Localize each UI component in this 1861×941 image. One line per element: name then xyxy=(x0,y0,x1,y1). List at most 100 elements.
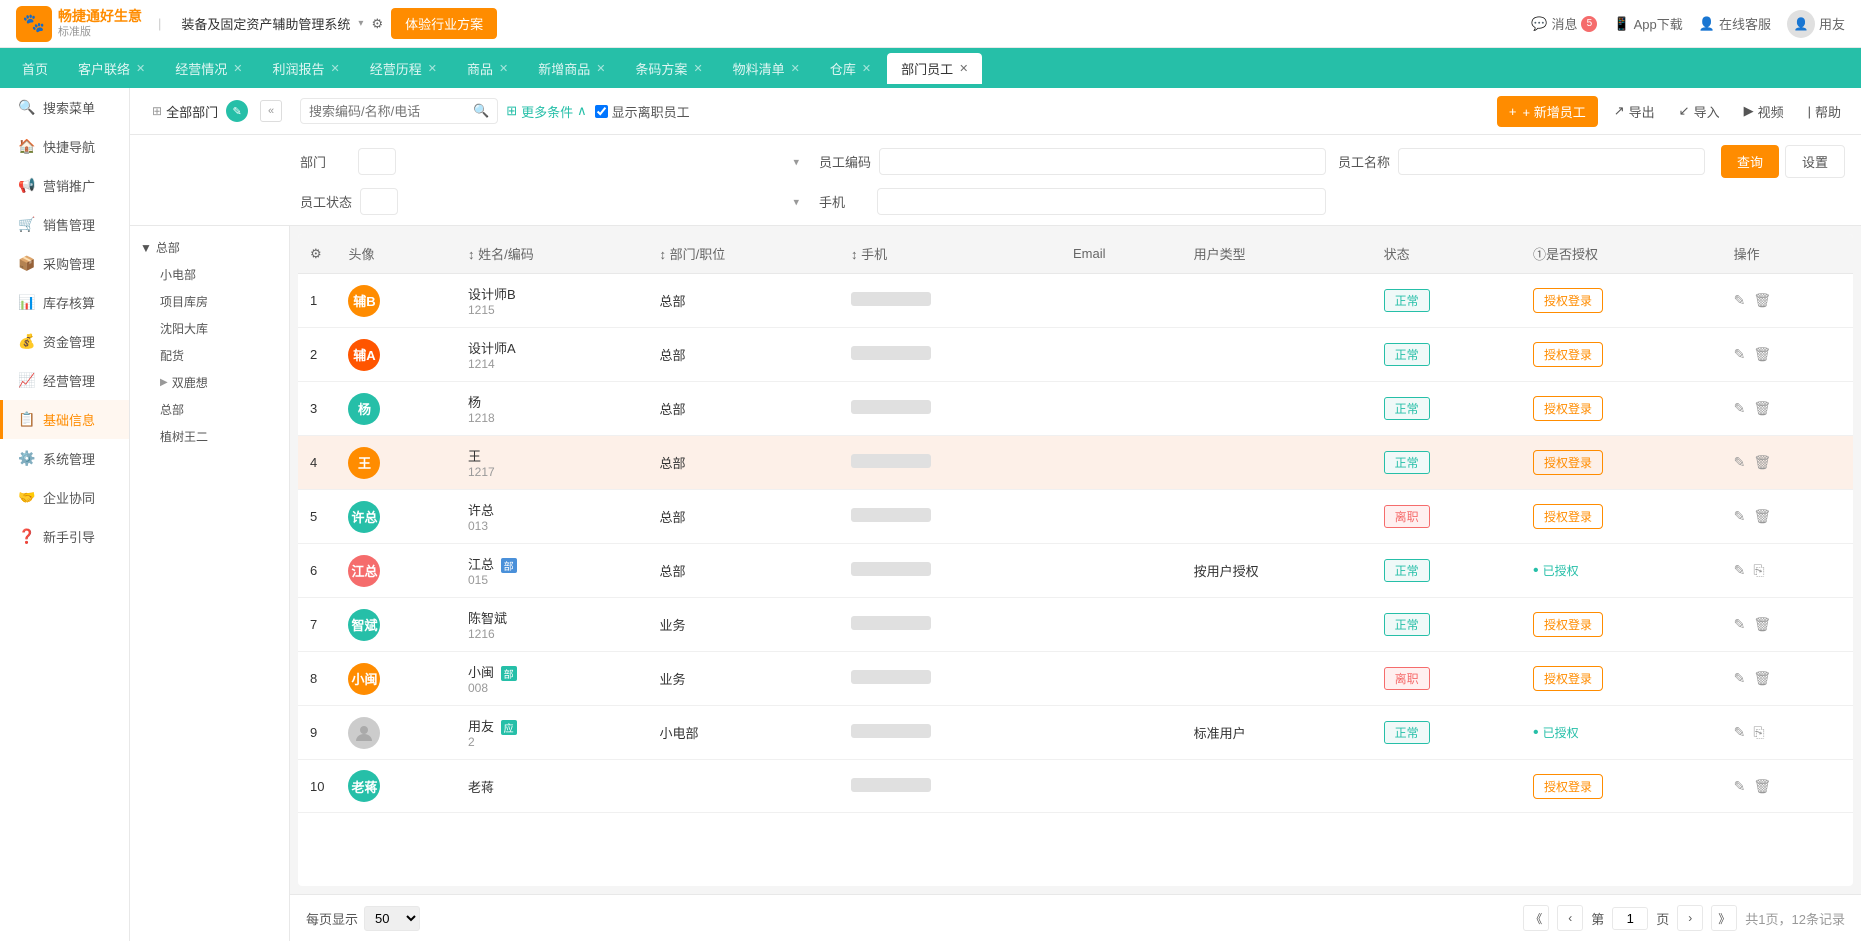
emp-name-input[interactable] xyxy=(1398,148,1705,175)
dept-node-root[interactable]: ▼ 总部 xyxy=(130,234,289,261)
first-page-button[interactable]: 《 xyxy=(1523,905,1549,931)
tab-home[interactable]: 首页 xyxy=(8,53,62,84)
col-phone[interactable]: ↕ 手机 xyxy=(839,234,1061,274)
edit-icon[interactable]: ✎ xyxy=(1734,454,1746,471)
col-settings[interactable]: ⚙ xyxy=(298,234,336,274)
delete-icon[interactable]: 🗑 xyxy=(1753,454,1771,471)
tab-profit[interactable]: 利润报告 ✕ xyxy=(258,53,353,84)
emp-status-select[interactable] xyxy=(360,188,398,215)
tab-history[interactable]: 经营历程 ✕ xyxy=(356,53,451,84)
tab-operations[interactable]: 经营情况 ✕ xyxy=(161,53,256,84)
col-name[interactable]: ↕ 姓名/编码 xyxy=(456,234,648,274)
video-button[interactable]: ▶ 视频 xyxy=(1736,98,1792,125)
sidebar-item-inventory[interactable]: 📊 库存核算 xyxy=(0,283,129,322)
reset-button[interactable]: 设置 xyxy=(1785,145,1845,178)
last-page-button[interactable]: 》 xyxy=(1711,905,1737,931)
auth-button[interactable]: 授权登录 xyxy=(1533,342,1603,367)
edit-icon[interactable]: ✎ xyxy=(1734,346,1746,363)
auth-button[interactable]: 授权登录 xyxy=(1533,612,1603,637)
edit-icon[interactable]: ✎ xyxy=(1734,670,1746,687)
gear-icon[interactable]: ⚙ xyxy=(371,16,383,32)
show-resign-checkbox[interactable] xyxy=(595,105,608,118)
delete-icon[interactable]: 🗑 xyxy=(1753,292,1771,309)
sidebar-item-basic[interactable]: 📋 基础信息 xyxy=(0,400,129,439)
sidebar-item-operations[interactable]: 📈 经营管理 xyxy=(0,361,129,400)
tab-goods-close[interactable]: ✕ xyxy=(499,62,508,75)
delete-icon[interactable]: 🗑 xyxy=(1753,346,1771,363)
auth-button[interactable]: 授权登录 xyxy=(1533,288,1603,313)
search-input[interactable] xyxy=(309,104,469,119)
tab-dept-staff[interactable]: 部门员工 ✕ xyxy=(887,53,982,84)
phone-input[interactable] xyxy=(877,188,1326,215)
sidebar-item-marketing[interactable]: 📢 营销推广 xyxy=(0,166,129,205)
tab-warehouse[interactable]: 仓库 ✕ xyxy=(816,53,885,84)
page-input[interactable] xyxy=(1612,907,1648,930)
sidebar-item-collab[interactable]: 🤝 企业协同 xyxy=(0,478,129,517)
delete-icon[interactable]: 🗑 xyxy=(1753,400,1771,417)
tab-customer[interactable]: 客户联络 ✕ xyxy=(64,53,159,84)
query-button[interactable]: 查询 xyxy=(1721,145,1779,178)
copy-icon[interactable]: ⎘ xyxy=(1753,562,1764,579)
app-download-button[interactable]: 📱 App下载 xyxy=(1613,14,1682,33)
auth-button[interactable]: 授权登录 xyxy=(1533,450,1603,475)
emp-code-input[interactable] xyxy=(879,148,1326,175)
more-filter-button[interactable]: ⊞ 更多条件 ∧ xyxy=(506,102,586,121)
sys-dropdown-arrow[interactable]: ▾ xyxy=(358,18,363,29)
edit-icon[interactable]: ✎ xyxy=(1734,400,1746,417)
auth-button[interactable]: 授权登录 xyxy=(1533,396,1603,421)
page-size-select[interactable]: 50 100 200 xyxy=(364,906,420,931)
tab-history-close[interactable]: ✕ xyxy=(428,62,437,75)
tab-customer-close[interactable]: ✕ xyxy=(136,62,145,75)
prev-page-button[interactable]: ‹ xyxy=(1557,905,1583,931)
dept-node-peihuo[interactable]: 配货 xyxy=(130,342,289,369)
dept-edit-icon[interactable]: ✎ xyxy=(226,100,248,122)
tab-barcode[interactable]: 条码方案 ✕ xyxy=(621,53,716,84)
message-button[interactable]: 💬 消息 5 xyxy=(1531,14,1597,33)
edit-icon[interactable]: ✎ xyxy=(1734,562,1746,579)
tab-barcode-close[interactable]: ✕ xyxy=(693,62,702,75)
dept-node-xiaodibu[interactable]: 小电部 xyxy=(130,261,289,288)
export-button[interactable]: ↗ 导出 xyxy=(1606,98,1663,125)
dept-select[interactable] xyxy=(358,148,396,175)
tab-warehouse-close[interactable]: ✕ xyxy=(862,62,871,75)
copy-icon[interactable]: ⎘ xyxy=(1753,724,1764,741)
edit-icon[interactable]: ✎ xyxy=(1734,616,1746,633)
delete-icon[interactable]: 🗑 xyxy=(1753,616,1771,633)
sidebar-item-sales[interactable]: 🛒 销售管理 xyxy=(0,205,129,244)
add-employee-button[interactable]: + + 新增员工 xyxy=(1497,96,1598,127)
dept-node-shuanglu[interactable]: ▶ 双鹿想 xyxy=(130,369,289,396)
edit-icon[interactable]: ✎ xyxy=(1734,778,1746,795)
trial-button[interactable]: 体验行业方案 xyxy=(391,8,497,39)
tab-profit-close[interactable]: ✕ xyxy=(331,62,340,75)
dept-node-zhishu[interactable]: 植树王二 xyxy=(130,423,289,450)
help-button[interactable]: | 帮助 xyxy=(1800,98,1849,125)
delete-icon[interactable]: 🗑 xyxy=(1753,778,1771,795)
tab-add-goods[interactable]: 新增商品 ✕ xyxy=(524,53,619,84)
delete-icon[interactable]: 🗑 xyxy=(1753,508,1771,525)
tab-add-goods-close[interactable]: ✕ xyxy=(596,62,605,75)
sidebar-item-shortcut[interactable]: 🏠 快捷导航 xyxy=(0,127,129,166)
tab-goods[interactable]: 商品 ✕ xyxy=(453,53,522,84)
dept-node-shenyang[interactable]: 沈阳大库 xyxy=(130,315,289,342)
edit-icon[interactable]: ✎ xyxy=(1734,292,1746,309)
dept-collapse-btn[interactable]: « xyxy=(260,100,282,122)
dept-node-zongbu[interactable]: 总部 xyxy=(130,396,289,423)
edit-icon[interactable]: ✎ xyxy=(1734,724,1746,741)
col-dept[interactable]: ↕ 部门/职位 xyxy=(648,234,840,274)
tab-dept-staff-close[interactable]: ✕ xyxy=(959,62,968,75)
sidebar-item-finance[interactable]: 💰 资金管理 xyxy=(0,322,129,361)
search-icon[interactable]: 🔍 xyxy=(473,103,489,119)
dept-node-project[interactable]: 项目库房 xyxy=(130,288,289,315)
auth-button[interactable]: 授权登录 xyxy=(1533,774,1603,799)
show-resign-check[interactable]: 显示离职员工 xyxy=(595,102,690,121)
sidebar-item-system[interactable]: ⚙️ 系统管理 xyxy=(0,439,129,478)
next-page-button[interactable]: › xyxy=(1677,905,1703,931)
sidebar-item-guide[interactable]: ❓ 新手引导 xyxy=(0,517,129,556)
user-button[interactable]: 👤 用友 xyxy=(1787,10,1845,38)
import-button[interactable]: ↙ 导入 xyxy=(1671,98,1728,125)
delete-icon[interactable]: 🗑 xyxy=(1753,670,1771,687)
sidebar-item-search[interactable]: 🔍 搜索菜单 xyxy=(0,88,129,127)
online-service-button[interactable]: 👤 在线客服 xyxy=(1699,14,1771,33)
auth-button[interactable]: 授权登录 xyxy=(1533,666,1603,691)
tab-bom-close[interactable]: ✕ xyxy=(791,62,800,75)
